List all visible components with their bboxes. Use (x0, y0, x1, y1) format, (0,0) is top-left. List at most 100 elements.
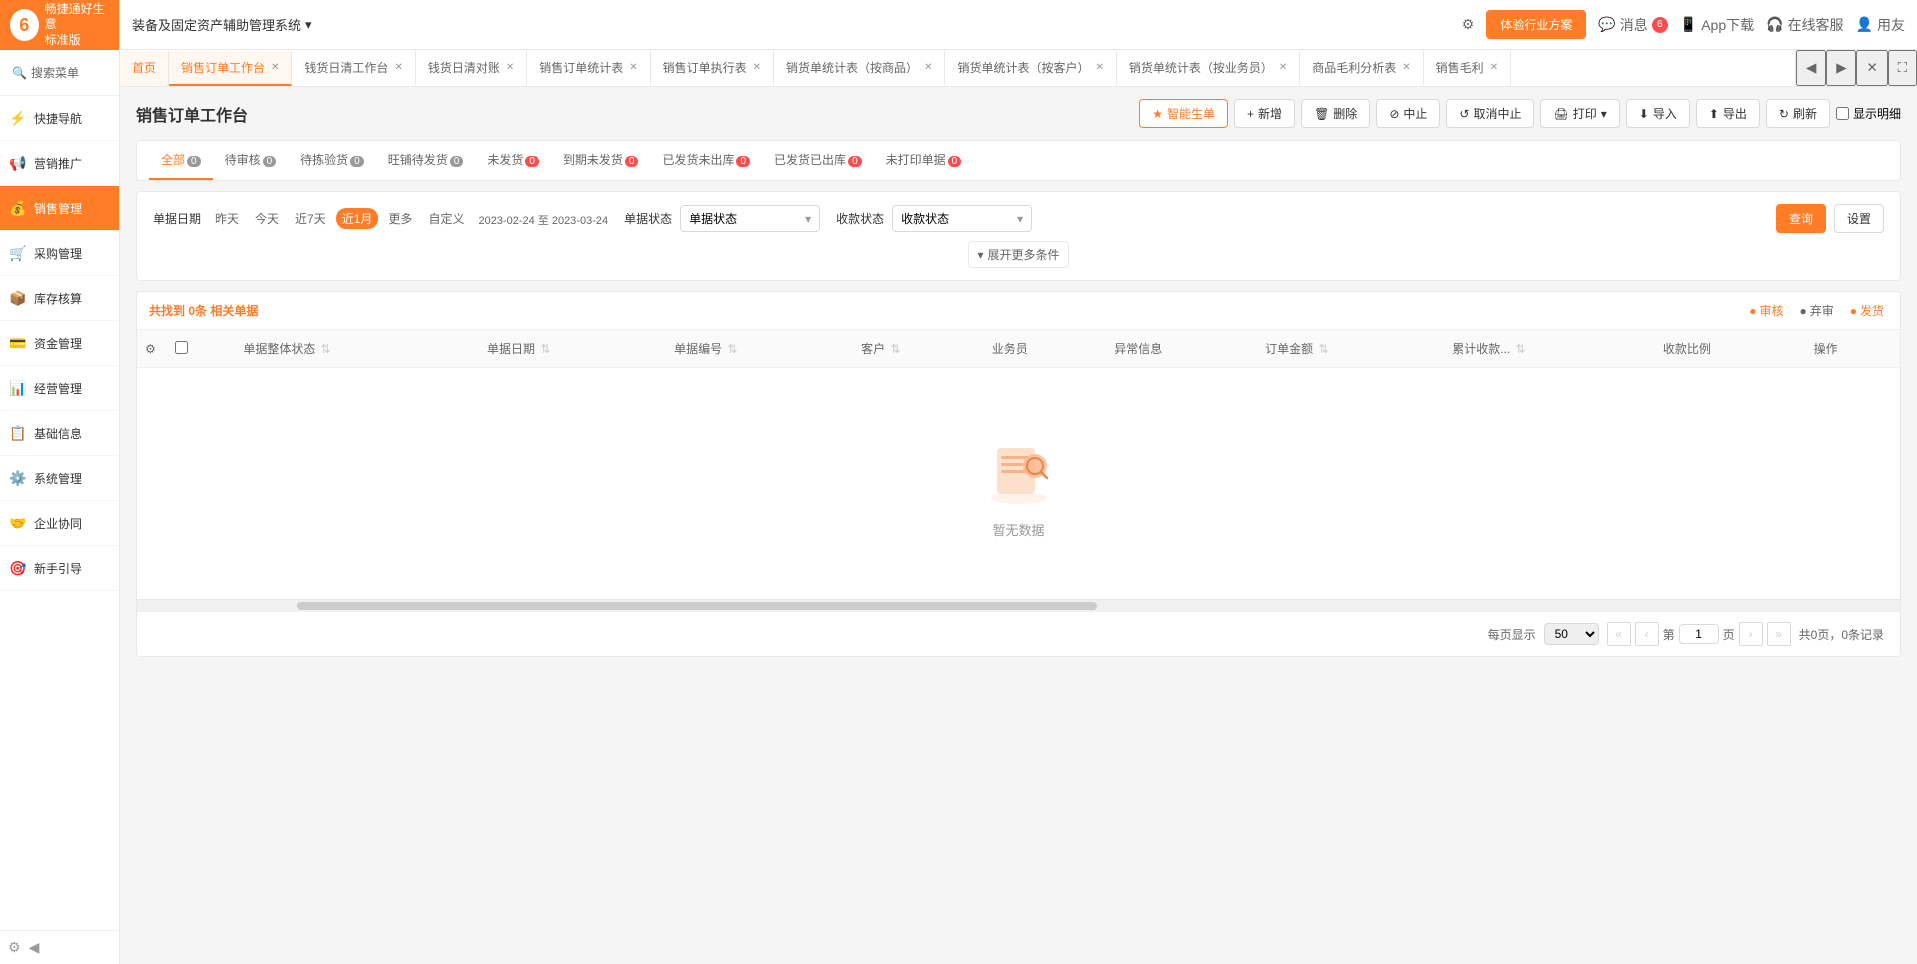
tab-close-cargo-stats-product[interactable]: ✕ (924, 62, 932, 73)
last-page-button[interactable]: » (1767, 622, 1791, 646)
settings-icon-button[interactable]: ⚙ (1462, 16, 1475, 33)
select-all-checkbox[interactable] (175, 341, 188, 354)
settings-footer-button[interactable]: ⚙ (8, 939, 21, 956)
sidebar-item-sales[interactable]: 💰销售管理 (0, 186, 119, 231)
search-menu-button[interactable]: 🔍 搜索菜单 (8, 58, 111, 87)
sidebar-item-system[interactable]: ⚙️系统管理 (0, 456, 119, 501)
filter-tab-not-printed[interactable]: 未打印单据0 (874, 141, 974, 180)
review-action-button[interactable]: ● 审核 (1745, 300, 1787, 321)
tab-cargo-stats-product[interactable]: 销货单统计表（按商品）✕ (774, 51, 945, 86)
status-select[interactable]: 单据状态 ▾ (680, 205, 820, 232)
tab-sales-workbench[interactable]: 销售订单工作台✕ (169, 51, 292, 86)
filter-tab-shipped-not-out[interactable]: 已发货未出库0 (650, 141, 762, 180)
tab-cash-daily[interactable]: 钱货日清工作台✕ (292, 51, 415, 86)
filter-tab-wangpu-pending[interactable]: 旺铺待发货0 (376, 141, 476, 180)
page-input[interactable] (1679, 624, 1719, 644)
online-service-button[interactable]: 🎧 在线客服 (1766, 15, 1843, 35)
tab-label-cargo-stats-client: 销货单统计表（按客户） (957, 59, 1089, 76)
tab-close-cargo-stats-client[interactable]: ✕ (1095, 62, 1103, 73)
date-option-近1月[interactable]: 近1月 (336, 208, 379, 229)
date-option-近7天[interactable]: 近7天 (289, 208, 332, 229)
unreviewed-action-button[interactable]: ● 弃审 (1795, 300, 1837, 321)
smart-create-button[interactable]: ★ 智能生单 (1139, 99, 1228, 128)
dropdown-arrow-icon: ▾ (305, 17, 312, 33)
tab-sales-more[interactable]: 销售毛利✕ (1424, 51, 1511, 86)
tab-close-cash-reconcile[interactable]: ✕ (506, 62, 514, 73)
filter-tab-expired-not-shipped[interactable]: 到期未发货0 (551, 141, 651, 180)
sort-icon-number[interactable]: ⇅ (727, 342, 737, 356)
sidebar-item-basic[interactable]: 📋基础信息 (0, 411, 119, 456)
date-option-昨天[interactable]: 昨天 (209, 208, 245, 229)
sidebar-item-operation[interactable]: 📊经营管理 (0, 366, 119, 411)
sidebar-item-purchase[interactable]: 🛒采购管理 (0, 231, 119, 276)
tab-close-sales-exec[interactable]: ✕ (753, 62, 761, 73)
filter-settings-button[interactable]: 设置 (1834, 204, 1884, 233)
app-download-button[interactable]: 📱 App下载 (1680, 15, 1754, 35)
sidebar-item-inventory[interactable]: 📦库存核算 (0, 276, 119, 321)
import-button[interactable]: ⬇ 导入 (1626, 99, 1690, 128)
filter-tab-pending-review[interactable]: 待审核0 (213, 141, 289, 180)
tab-product-margin[interactable]: 商品毛利分析表✕ (1300, 51, 1423, 86)
count-value: 0条 (188, 304, 207, 318)
system-title-dropdown[interactable]: 装备及固定资产辅助管理系统 ▾ (132, 15, 312, 34)
ship-action-button[interactable]: ● 发货 (1846, 300, 1888, 321)
filter-tab-not-shipped[interactable]: 未发货0 (475, 141, 551, 180)
per-page-select[interactable]: 50 10 20 100 (1544, 623, 1599, 645)
next-page-button[interactable]: › (1739, 622, 1763, 646)
refresh-button[interactable]: ↻ 刷新 (1766, 99, 1830, 128)
horizontal-scrollbar[interactable] (137, 599, 1900, 611)
tab-close-sales-stats[interactable]: ✕ (629, 62, 637, 73)
collapse-sidebar-button[interactable]: ◀ (29, 939, 40, 956)
tab-close-cargo-stats-staff[interactable]: ✕ (1279, 62, 1287, 73)
print-button[interactable]: 🖨 打印 ▾ (1540, 99, 1619, 128)
show-detail-checkbox[interactable] (1836, 107, 1849, 120)
sort-icon-amount[interactable]: ⇅ (1318, 342, 1328, 356)
tab-cargo-stats-staff[interactable]: 销货单统计表（按业务员）✕ (1117, 51, 1300, 86)
message-button[interactable]: 💬 消息 6 (1598, 15, 1667, 35)
sidebar-item-quick-nav[interactable]: ⚡快捷导航 (0, 96, 119, 141)
sort-icon-date[interactable]: ⇅ (540, 342, 550, 356)
scrollbar-thumb[interactable] (297, 602, 1097, 610)
tab-close-product-margin[interactable]: ✕ (1402, 62, 1410, 73)
empty-text: 暂无数据 (992, 520, 1044, 539)
sidebar-item-marketing[interactable]: 📢营销推广 (0, 141, 119, 186)
tab-close-sales-more[interactable]: ✕ (1490, 62, 1498, 73)
col-settings[interactable]: ⚙ (137, 330, 167, 368)
stop-button[interactable]: ⊘ 中止 (1376, 99, 1440, 128)
tab-sales-stats[interactable]: 销售订单统计表✕ (527, 51, 650, 86)
solution-button[interactable]: 体验行业方案 (1486, 10, 1586, 39)
sort-icon-client[interactable]: ⇅ (891, 342, 901, 356)
add-button[interactable]: + 新增 (1234, 99, 1295, 128)
tab-maximize[interactable]: ⛶ (1888, 50, 1917, 86)
tab-close-all[interactable]: ✕ (1856, 50, 1887, 86)
delete-button[interactable]: 🗑 删除 (1301, 99, 1370, 128)
date-option-自定义[interactable]: 自定义 (422, 208, 470, 229)
tab-sales-exec[interactable]: 销售订单执行表✕ (651, 51, 774, 86)
tab-cargo-stats-client[interactable]: 销货单统计表（按客户） ✕ (945, 51, 1116, 86)
tab-close-sales-workbench[interactable]: ✕ (271, 62, 279, 73)
date-option-更多[interactable]: 更多 (382, 208, 418, 229)
filter-tab-pending-inspect[interactable]: 待拣验货0 (288, 141, 376, 180)
expand-more-button[interactable]: ▾ 展开更多条件 (968, 241, 1068, 268)
tab-close-cash-daily[interactable]: ✕ (394, 62, 402, 73)
tab-cash-reconcile[interactable]: 钱货日清对账✕ (416, 51, 527, 86)
sort-icon-collected[interactable]: ⇅ (1516, 342, 1526, 356)
sort-icon-status[interactable]: ⇅ (321, 342, 331, 356)
sidebar-item-newguide[interactable]: 🎯新手引导 (0, 546, 119, 591)
export-button[interactable]: ⬆ 导出 (1696, 99, 1760, 128)
col-checkbox[interactable] (167, 330, 235, 368)
first-page-button[interactable]: « (1607, 622, 1631, 646)
user-button[interactable]: 👤 用友 (1856, 15, 1905, 35)
tab-home[interactable]: 首页 (120, 51, 169, 86)
sidebar-item-enterprise[interactable]: 🤝企业协同 (0, 501, 119, 546)
date-option-今天[interactable]: 今天 (249, 208, 285, 229)
tab-scroll-left[interactable]: ◀ (1796, 50, 1826, 86)
sidebar-item-finance[interactable]: 💳资金管理 (0, 321, 119, 366)
filter-tab-all[interactable]: 全部0 (149, 141, 213, 180)
prev-page-button[interactable]: ‹ (1635, 622, 1659, 646)
cancel-stop-button[interactable]: ↺ 取消中止 (1446, 99, 1534, 128)
filter-tab-shipped-out[interactable]: 已发货已出库0 (762, 141, 874, 180)
payment-select[interactable]: 收款状态 ▾ (892, 205, 1032, 232)
query-button[interactable]: 查询 (1776, 204, 1826, 233)
tab-scroll-right[interactable]: ▶ (1826, 50, 1856, 86)
